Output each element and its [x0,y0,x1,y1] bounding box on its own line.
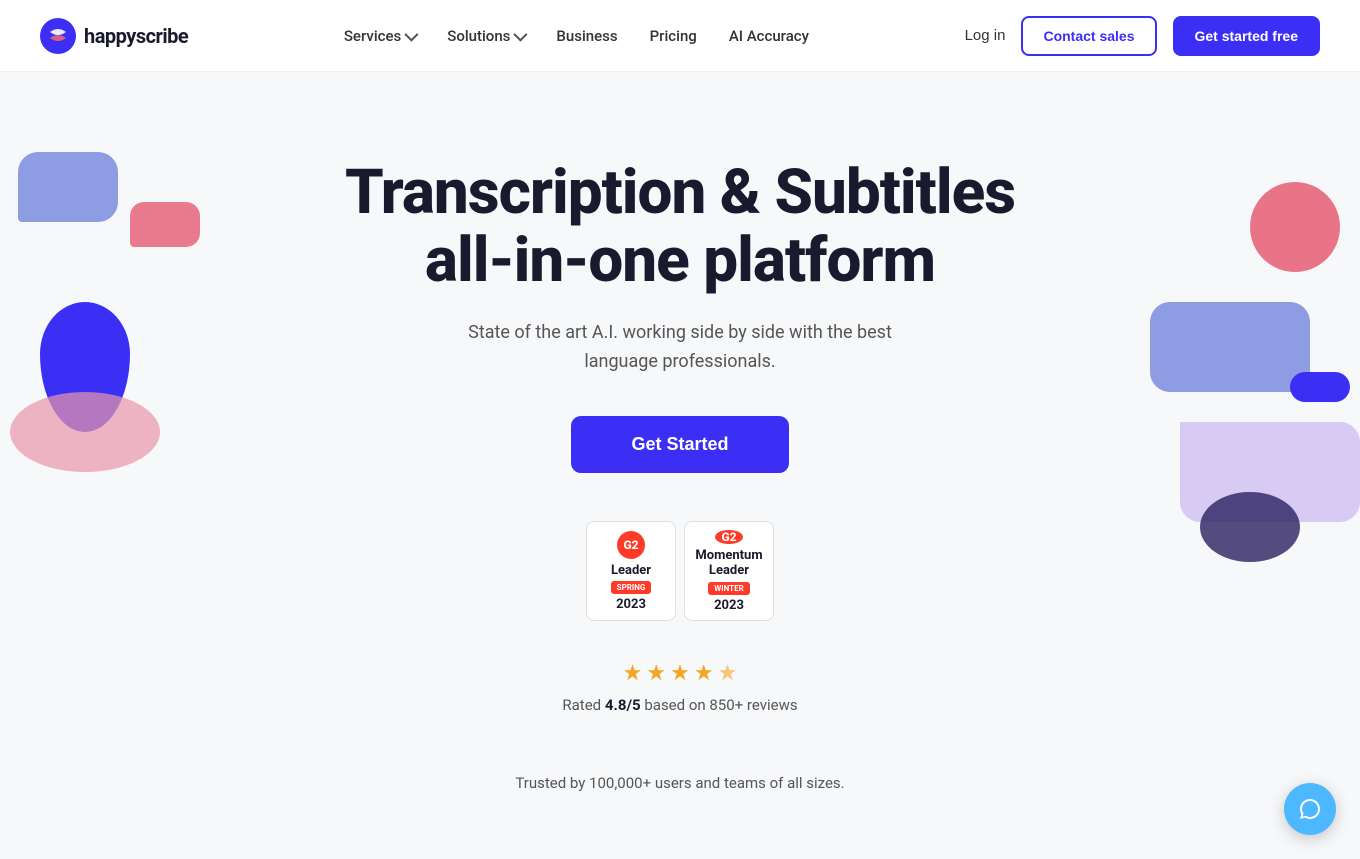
g2-logo-icon-2: G2 [715,530,743,544]
nav-item-pricing[interactable]: Pricing [650,27,697,45]
star-3: ★ [670,661,690,686]
rating-stars: ★ ★ ★ ★ ★ [623,661,738,686]
get-started-nav-button[interactable]: Get started free [1173,16,1320,56]
nav-actions: Log in Contact sales Get started free [965,16,1320,56]
deco-left [0,122,210,502]
chevron-down-icon [514,27,528,41]
login-button[interactable]: Log in [965,27,1006,44]
speech-bubble-dark-right [1290,372,1350,402]
g2-logo-icon: G2 [617,531,645,559]
character-head-right [1250,182,1340,272]
nav-item-solutions[interactable]: Solutions [447,27,524,45]
star-4: ★ [694,661,714,686]
nav-item-ai-accuracy[interactable]: AI Accuracy [729,27,809,45]
g2-badge-leader: G2 Leader SPRING 2023 [586,521,676,621]
nav-item-business[interactable]: Business [556,27,617,45]
contact-sales-button[interactable]: Contact sales [1021,16,1156,56]
blob-base-left [10,392,160,472]
star-5-half: ★ [718,661,738,686]
logo-icon [40,18,76,54]
logo-text: happyscribe [84,24,188,48]
star-2: ★ [646,661,666,686]
g2-badge-momentum: G2 MomentumLeader WINTER 2023 [684,521,774,621]
star-1: ★ [623,661,643,686]
chat-support-button[interactable] [1284,783,1336,835]
hero-title: Transcription & Subtitles all-in-one pla… [345,159,1015,295]
speech-bubble-blue-left [18,152,118,222]
rating-text: Rated 4.8/5 based on 850+ reviews [562,696,797,714]
chevron-down-icon [405,27,419,41]
nav-links: Services Solutions Business Pricing AI A… [344,27,809,45]
hero-subtitle: State of the art A.I. working side by si… [440,319,920,377]
blob-character-left [40,302,130,432]
logo-link[interactable]: happyscribe [40,18,188,54]
g2-badges: G2 Leader SPRING 2023 G2 MomentumLeader … [586,521,774,621]
speech-bubble-pink-left [130,202,200,247]
hero-section: Transcription & Subtitles all-in-one pla… [0,72,1360,859]
chat-icon [1298,797,1322,821]
speech-bubble-lavender-right [1180,422,1360,522]
deco-right [1150,172,1360,552]
nav-item-services[interactable]: Services [344,27,415,45]
speech-bubble-purple-right [1150,302,1310,392]
hero-cta-button[interactable]: Get Started [571,416,788,473]
blob-navy-right [1200,492,1300,562]
navbar: happyscribe Services Solutions Business … [0,0,1360,72]
rating-value: 4.8/5 [605,696,641,714]
trust-text: Trusted by 100,000+ users and teams of a… [515,774,844,792]
